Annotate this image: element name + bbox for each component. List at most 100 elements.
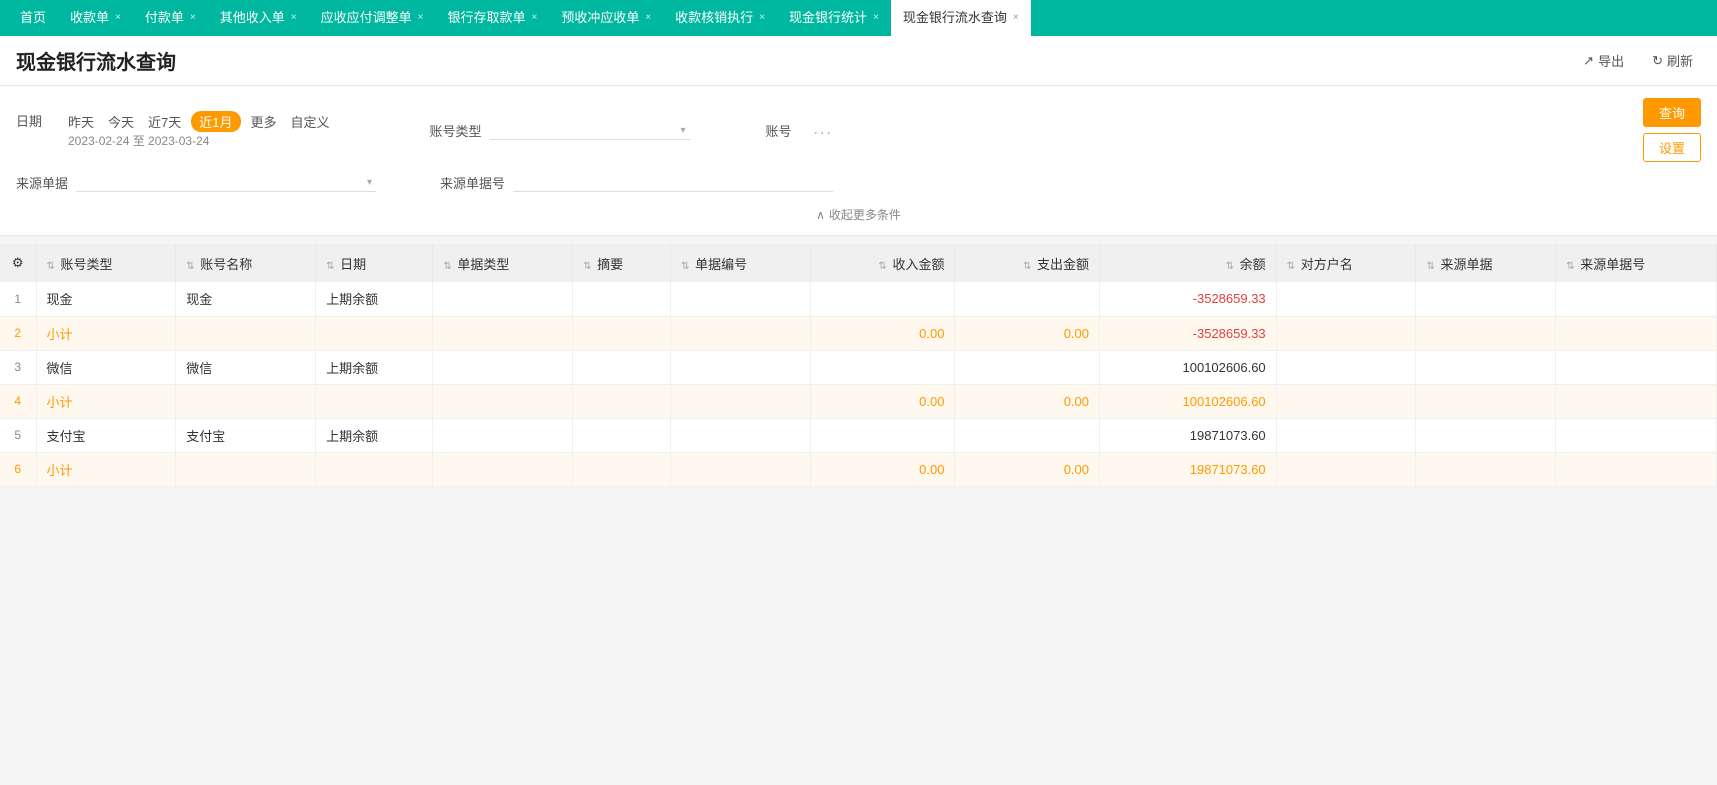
close-icon[interactable]: × [291,0,297,36]
cell-voucher-no [671,316,811,350]
refresh-button[interactable]: ↻ 刷新 [1644,47,1701,74]
top-navigation: 首页 收款单 × 付款单 × 其他收入单 × 应收应付调整单 × 银行存取款单 … [0,0,1717,36]
cell-counter-party [1276,384,1416,418]
cell-voucher-no [671,384,811,418]
cell-date: 上期余额 [316,282,433,316]
account-label: 账号 [766,121,806,140]
cell-source-voucher-no [1556,316,1717,350]
cell-voucher-type [433,316,573,350]
date-shortcuts: 昨天 今天 近7天 近1月 更多 自定义 [64,111,334,132]
close-icon[interactable]: × [1013,0,1019,36]
nav-other-income[interactable]: 其他收入单 × [208,0,309,36]
cell-summary [573,384,671,418]
source-voucher-no-input[interactable] [513,172,833,192]
sort-icon: ⇅ [681,261,689,272]
cell-expense: 0.00 [955,384,1100,418]
col-balance[interactable]: ⇅ 余额 [1100,244,1277,282]
cell-source-voucher [1416,418,1556,452]
table-row: 2小计0.000.00-3528659.33 [0,316,1717,350]
account-type-select[interactable] [490,120,690,140]
sort-icon: ⇅ [326,261,334,272]
cell-income: 0.00 [810,452,955,486]
cell-expense: 0.00 [955,452,1100,486]
nav-cash-bank-flow[interactable]: 现金银行流水查询 × [891,0,1031,36]
date-btn-yesterday[interactable]: 昨天 [64,111,98,132]
query-button[interactable]: 查询 [1643,98,1701,127]
sort-icon: ⇅ [1426,261,1434,272]
sort-icon: ⇅ [186,261,194,272]
cell-account-name: 微信 [176,350,316,384]
cell-source-voucher-no [1556,384,1717,418]
cell-summary [573,350,671,384]
cell-account-type: 微信 [36,350,176,384]
col-counter-party[interactable]: ⇅ 对方户名 [1276,244,1416,282]
col-voucher-no[interactable]: ⇅ 单据编号 [671,244,811,282]
settings-button[interactable]: 设置 [1643,133,1701,162]
nav-collect-exec[interactable]: 收款核销执行 × [663,0,777,36]
date-btn-custom[interactable]: 自定义 [287,111,334,132]
source-voucher-label: 来源单据 [16,173,68,192]
sort-icon: ⇅ [443,261,451,272]
close-icon[interactable]: × [190,0,196,36]
col-income[interactable]: ⇅ 收入金额 [810,244,955,282]
date-btn-1month[interactable]: 近1月 [191,111,240,132]
nav-prepay-offset[interactable]: 预收冲应收单 × [549,0,663,36]
cell-income [810,418,955,452]
date-label: 日期 [16,111,56,130]
col-source-voucher-no[interactable]: ⇅ 来源单据号 [1556,244,1717,282]
cell-summary [573,316,671,350]
nav-ar-ap-adjust[interactable]: 应收应付调整单 × [309,0,436,36]
cell-account-name: 支付宝 [176,418,316,452]
col-summary[interactable]: ⇅ 摘要 [573,244,671,282]
date-btn-7days[interactable]: 近7天 [144,111,185,132]
sort-icon: ⇅ [1226,261,1234,272]
source-voucher-select[interactable] [76,172,376,192]
filter-area: 日期 昨天 今天 近7天 近1月 更多 自定义 2023-02-24 至 202… [0,86,1717,236]
col-account-name[interactable]: ⇅ 账号名称 [176,244,316,282]
data-table: ⚙ ⇅ 账号类型 ⇅ 账号名称 ⇅ 日期 ⇅ 单据类型 [0,244,1717,487]
cell-counter-party [1276,418,1416,452]
nav-receipts[interactable]: 收款单 × [58,0,133,36]
sort-icon: ⇅ [878,261,886,272]
sort-icon: ⇅ [1566,261,1574,272]
more-options-icon[interactable]: ... [814,121,833,139]
col-voucher-type[interactable]: ⇅ 单据类型 [433,244,573,282]
close-icon[interactable]: × [115,0,121,36]
close-icon[interactable]: × [873,0,879,36]
col-expense[interactable]: ⇅ 支出金额 [955,244,1100,282]
nav-bank-deposit[interactable]: 银行存取款单 × [435,0,549,36]
col-date[interactable]: ⇅ 日期 [316,244,433,282]
table-row: 1现金现金上期余额-3528659.33 [0,282,1717,316]
close-icon[interactable]: × [759,0,765,36]
cell-source-voucher-no [1556,282,1717,316]
cell-account-name [176,384,316,418]
close-icon[interactable]: × [418,0,424,36]
row-index: 5 [0,418,36,452]
page-header: 现金银行流水查询 ↗ 导出 ↻ 刷新 [0,36,1717,86]
col-gear[interactable]: ⚙ [0,244,36,282]
nav-cash-bank-stats[interactable]: 现金银行统计 × [777,0,891,36]
cell-balance: 19871073.60 [1100,452,1277,486]
cell-voucher-type [433,418,573,452]
close-icon[interactable]: × [645,0,651,36]
date-range: 2023-02-24 至 2023-03-24 [68,132,334,149]
cell-expense [955,282,1100,316]
nav-payments[interactable]: 付款单 × [133,0,208,36]
export-button[interactable]: ↗ 导出 [1575,47,1632,74]
filter-row-date: 日期 昨天 今天 近7天 近1月 更多 自定义 2023-02-24 至 202… [16,98,1701,162]
cell-expense: 0.00 [955,316,1100,350]
collapse-bar[interactable]: ∧ 收起更多条件 [16,202,1701,223]
cell-source-voucher [1416,282,1556,316]
cell-summary [573,282,671,316]
cell-account-name [176,316,316,350]
close-icon[interactable]: × [531,0,537,36]
date-btn-today[interactable]: 今天 [104,111,138,132]
nav-home[interactable]: 首页 [8,0,58,36]
col-account-type[interactable]: ⇅ 账号类型 [36,244,176,282]
cell-account-name [176,452,316,486]
col-source-voucher[interactable]: ⇅ 来源单据 [1416,244,1556,282]
date-btn-more[interactable]: 更多 [247,111,281,132]
cell-income [810,350,955,384]
cell-account-type: 现金 [36,282,176,316]
table-row: 6小计0.000.0019871073.60 [0,452,1717,486]
